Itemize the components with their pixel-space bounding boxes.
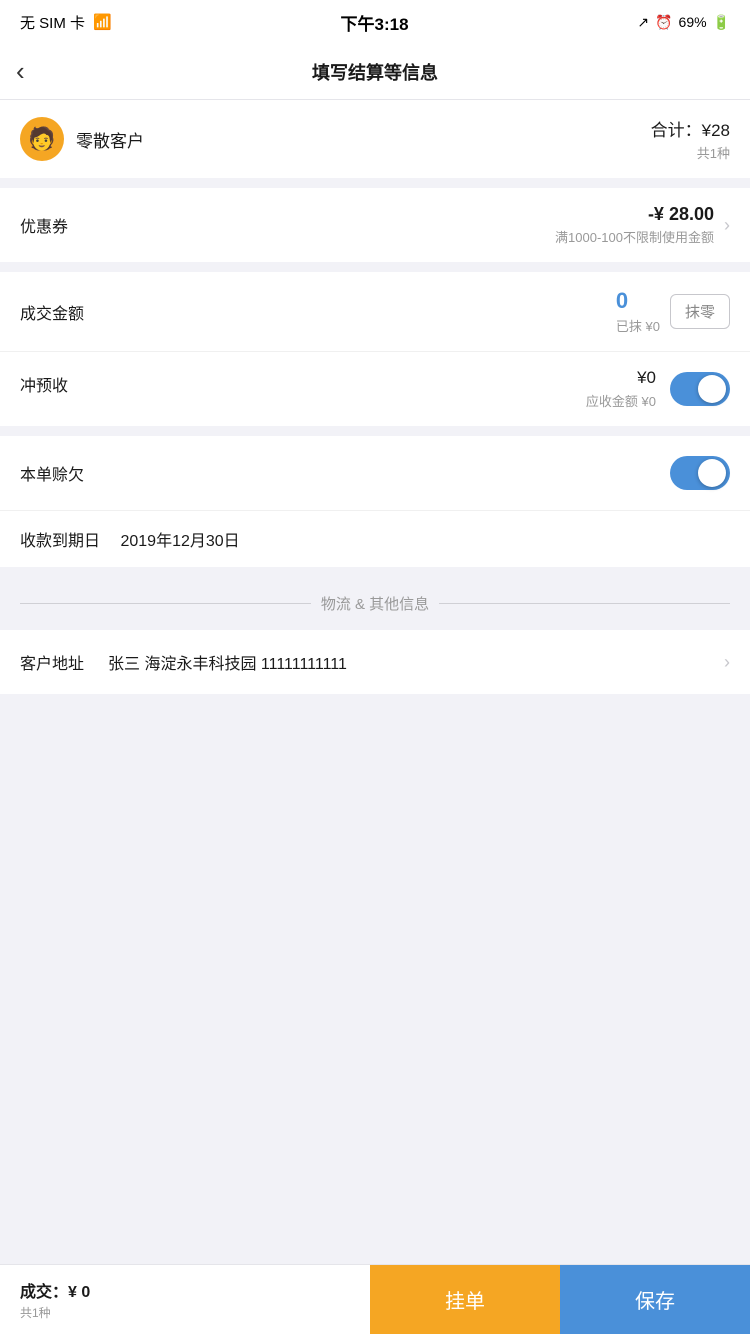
- bottom-bar: 成交：¥ 0 共1种 挂单 保存: [0, 1264, 750, 1334]
- flush-sub-amount: 应收金额 ¥0: [586, 391, 656, 410]
- toggle-knob: [698, 375, 726, 403]
- avatar-icon: 🧑: [28, 126, 55, 152]
- flush-row: 冲预收 ¥0 应收金额 ¥0: [0, 352, 750, 426]
- flush-right: ¥0 应收金额 ¥0: [586, 368, 730, 410]
- battery-text: 69%: [679, 14, 707, 30]
- address-value: 张三 海淀永丰科技园 11111111111: [108, 650, 708, 674]
- coupon-label: 优惠券: [20, 213, 68, 237]
- round-button[interactable]: 抹零: [670, 294, 730, 329]
- bottom-count: 共1种: [20, 1304, 350, 1321]
- flush-label: 冲预收: [20, 368, 68, 396]
- amount-value: 0: [616, 288, 660, 314]
- page-title: 填写结算等信息: [312, 59, 438, 85]
- coupon-info: -¥ 28.00 满1000-100不限制使用金额: [555, 204, 714, 246]
- amount-section: 成交金额 0 已抹 ¥0 抹零 冲预收 ¥0 应收金额 ¥0: [0, 272, 750, 426]
- coupon-chevron-icon: ›: [724, 215, 730, 236]
- due-date-label: 收款到期日: [20, 533, 100, 550]
- amount-sub: 已抹 ¥0: [616, 316, 660, 335]
- status-time: 下午3:18: [341, 10, 409, 35]
- address-chevron-icon: ›: [724, 652, 730, 673]
- bottom-deal-text: 成交：¥ 0: [20, 1278, 350, 1302]
- coupon-section: 优惠券 -¥ 28.00 满1000-100不限制使用金额 ›: [0, 188, 750, 262]
- logistics-section: 物流 & 其他信息: [0, 577, 750, 630]
- coupon-row[interactable]: 优惠券 -¥ 28.00 满1000-100不限制使用金额 ›: [0, 188, 750, 262]
- customer-right: 合计：¥28 共1种: [651, 116, 730, 162]
- debit-label: 本单赊欠: [20, 461, 84, 485]
- total-amount: 合计：¥28: [651, 116, 730, 141]
- customer-name: 零散客户: [76, 127, 144, 152]
- flush-main-amount: ¥0: [586, 368, 656, 388]
- debit-toggle[interactable]: [670, 456, 730, 490]
- back-button[interactable]: ‹: [16, 56, 25, 87]
- debit-section: 本单赊欠 收款到期日 2019年12月30日: [0, 436, 750, 567]
- gray-spacer: [0, 694, 750, 894]
- customer-section: 🧑 零散客户 合计：¥28 共1种: [0, 100, 750, 178]
- amount-info: 0 已抹 ¥0: [616, 288, 660, 335]
- no-sim-text: 无 SIM 卡: [20, 12, 85, 33]
- debit-row: 本单赊欠: [0, 436, 750, 510]
- alarm-icon: ⏰: [655, 14, 672, 31]
- wifi-icon: 📶: [93, 13, 112, 31]
- coupon-right: -¥ 28.00 满1000-100不限制使用金额 ›: [555, 204, 730, 246]
- hangup-button[interactable]: 挂单: [370, 1265, 560, 1334]
- amount-label: 成交金额: [20, 300, 84, 324]
- amount-row: 成交金额 0 已抹 ¥0 抹零: [0, 272, 750, 352]
- address-section[interactable]: 客户地址 张三 海淀永丰科技园 11111111111 ›: [0, 630, 750, 694]
- status-right: ↗ ⏰ 69% 🔋: [637, 14, 730, 31]
- total-count: 共1种: [651, 143, 730, 162]
- battery-icon: 🔋: [713, 14, 730, 31]
- logistics-label: 物流 & 其他信息: [321, 593, 429, 614]
- due-date-value: 2019年12月30日: [120, 533, 239, 550]
- status-left: 无 SIM 卡 📶: [20, 12, 112, 33]
- address-label: 客户地址: [20, 650, 92, 674]
- deal-label: 成交：: [20, 1284, 68, 1301]
- location-icon: ↗: [637, 14, 649, 31]
- amount-right: 0 已抹 ¥0 抹零: [616, 288, 730, 335]
- due-date-row: 收款到期日 2019年12月30日: [0, 510, 750, 567]
- deal-amount: ¥ 0: [68, 1284, 90, 1301]
- status-bar: 无 SIM 卡 📶 下午3:18 ↗ ⏰ 69% 🔋: [0, 0, 750, 44]
- coupon-desc: 满1000-100不限制使用金额: [555, 227, 714, 246]
- bottom-summary: 成交：¥ 0 共1种: [0, 1278, 370, 1321]
- avatar: 🧑: [20, 117, 64, 161]
- content: 🧑 零散客户 合计：¥28 共1种 优惠券 -¥ 28.00 满1000-100…: [0, 100, 750, 974]
- address-row[interactable]: 客户地址 张三 海淀永丰科技园 11111111111 ›: [0, 630, 750, 694]
- save-button[interactable]: 保存: [560, 1265, 750, 1334]
- debit-toggle-knob: [698, 459, 726, 487]
- flush-amounts: ¥0 应收金额 ¥0: [586, 368, 656, 410]
- nav-bar: ‹ 填写结算等信息: [0, 44, 750, 100]
- customer-left: 🧑 零散客户: [20, 117, 144, 161]
- coupon-discount: -¥ 28.00: [555, 204, 714, 225]
- flush-toggle[interactable]: [670, 372, 730, 406]
